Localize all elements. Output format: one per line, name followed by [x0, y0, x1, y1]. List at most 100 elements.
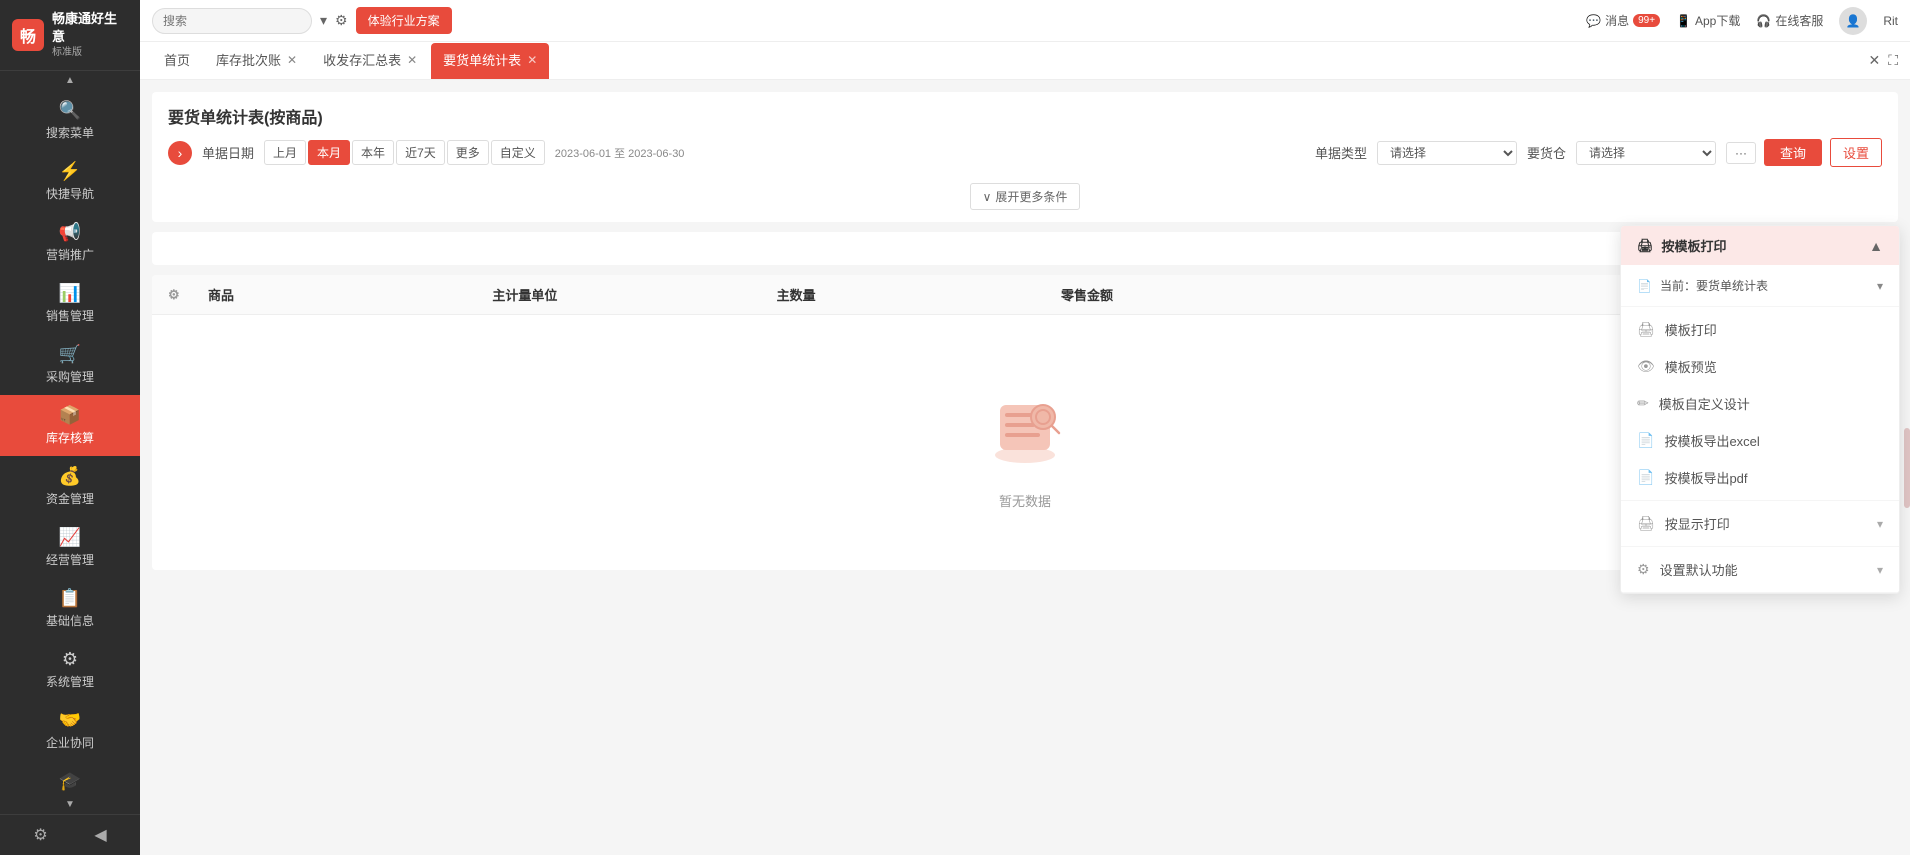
date-tab-this-year[interactable]: 本年	[352, 140, 394, 165]
sales-icon: 📊	[59, 283, 81, 304]
sidebar-item-search[interactable]: 🔍 搜索菜单	[0, 90, 140, 151]
tab-stock-summary[interactable]: 收发存汇总表 ✕	[311, 43, 429, 79]
sidebar-logo: 畅 畅康通好生意 标准版	[0, 0, 140, 71]
sidebar-scroll-up[interactable]: ▲	[0, 71, 140, 90]
dropdown-item-set-default[interactable]: ⚙ 设置默认功能 ▾	[1621, 551, 1899, 588]
topbar-search-input[interactable]	[152, 8, 312, 34]
sidebar-item-sales[interactable]: 📊 销售管理	[0, 273, 140, 334]
dropdown-item-export-excel[interactable]: 📄 按模板导出excel	[1621, 422, 1899, 459]
topbar-trial-btn[interactable]: 体验行业方案	[356, 7, 452, 34]
dropdown-close-btn[interactable]: ▲	[1869, 238, 1883, 254]
pdf-label: 按模板导出pdf	[1664, 468, 1883, 487]
dropdown-default-section: ⚙ 设置默认功能 ▾	[1621, 547, 1899, 593]
date-tab-last-month[interactable]: 上月	[264, 140, 306, 165]
dropdown-print-icon: 🖨	[1637, 238, 1654, 254]
tab-home[interactable]: 首页	[152, 43, 202, 79]
warehouse-select[interactable]: 请选择	[1576, 141, 1716, 165]
tab-close-batch[interactable]: ✕	[287, 53, 297, 67]
sidebar-item-inventory[interactable]: 📦 库存核算	[0, 395, 140, 456]
print-icon: 🖨	[1637, 321, 1655, 338]
tab-close-order[interactable]: ✕	[527, 53, 537, 67]
pdf-icon: 📄	[1637, 469, 1654, 486]
topbar-right: 💬 消息 99+ 📱 App下载 🎧 在线客服 👤 Rit	[1586, 7, 1898, 35]
avatar[interactable]: 👤	[1839, 7, 1867, 35]
dropdown-item-display-print[interactable]: 🖨 按显示打印 ▾	[1621, 505, 1899, 542]
scroll-down-arrow[interactable]: ▼	[65, 799, 75, 810]
tabs-close-btn[interactable]: ✕	[1868, 52, 1880, 69]
date-tab-custom[interactable]: 自定义	[491, 140, 545, 165]
sidebar-item-label: 资金管理	[46, 490, 94, 507]
sidebar: 畅 畅康通好生意 标准版 ▲ 🔍 搜索菜单 ⚡ 快捷导航 📢 营销推广 📊 销售…	[0, 0, 140, 855]
expand-more-conditions-btn[interactable]: ∨ 展开更多条件	[970, 183, 1081, 210]
sidebar-item-finance[interactable]: 💰 资金管理	[0, 456, 140, 517]
dropdown-header-left: 🖨 按模板打印	[1637, 236, 1727, 255]
dropdown-header: 🖨 按模板打印 ▲	[1621, 226, 1899, 265]
sidebar-item-operations[interactable]: 📈 经营管理	[0, 517, 140, 578]
warehouse-label: 要货仓	[1527, 143, 1566, 162]
sidebar-item-newbie[interactable]: 🎓 新手引导	[0, 761, 140, 795]
topbar-messages[interactable]: 💬 消息 99+	[1586, 12, 1660, 29]
tab-order-stats[interactable]: 要货单统计表 ✕	[431, 43, 549, 79]
type-select[interactable]: 请选择	[1377, 141, 1517, 165]
dropdown-template-section: 🖨 模板打印 👁 模板预览 ✏ 模板自定义设计 📄 按模板导出excel 📄	[1621, 307, 1899, 501]
right-scrollbar[interactable]	[1904, 428, 1910, 508]
template-icon: 📄	[1637, 279, 1652, 293]
settings-btn[interactable]: 设置	[1830, 138, 1882, 167]
sidebar-item-label: 采购管理	[46, 368, 94, 385]
sidebar-settings-btn[interactable]: ⚙	[33, 825, 47, 845]
design-icon: ✏	[1637, 395, 1649, 412]
sidebar-item-label: 搜索菜单	[46, 124, 94, 141]
display-print-label: 按显示打印	[1665, 514, 1867, 533]
filter-expand-btn[interactable]: ›	[168, 141, 192, 165]
current-template-label: 📄 当前：要货单统计表 ▾	[1621, 269, 1899, 302]
dropdown-item-design[interactable]: ✏ 模板自定义设计	[1621, 385, 1899, 422]
message-badge: 99+	[1633, 14, 1660, 27]
app-logo-icon: 畅	[12, 19, 44, 51]
system-icon: ⚙	[62, 649, 78, 670]
date-tabs: 上月 本月 本年 近7天 更多 自定义	[264, 140, 545, 165]
set-default-arrow: ▾	[1877, 563, 1883, 577]
sidebar-item-label: 库存核算	[46, 429, 94, 446]
dropdown-item-preview[interactable]: 👁 模板预览	[1621, 348, 1899, 385]
sidebar-item-purchase[interactable]: 🛒 采购管理	[0, 334, 140, 395]
dropdown-current-section: 📄 当前：要货单统计表 ▾	[1621, 265, 1899, 307]
table-col-settings[interactable]: ⚙	[160, 287, 200, 303]
settings-icon[interactable]: ⚙	[168, 287, 180, 302]
sidebar-item-label: 系统管理	[46, 673, 94, 690]
tab-batch-account[interactable]: 库存批次账 ✕	[204, 43, 309, 79]
empty-illustration	[975, 375, 1075, 475]
date-tab-more[interactable]: 更多	[447, 140, 489, 165]
topbar-dropdown-btn[interactable]: ▾	[320, 12, 327, 29]
design-label: 模板自定义设计	[1659, 394, 1883, 413]
tabs-expand-btn[interactable]: ⛶	[1888, 52, 1898, 69]
sidebar-item-enterprise[interactable]: 🤝 企业协同	[0, 700, 140, 761]
sidebar-scroll-down[interactable]: ▼	[0, 795, 140, 814]
sidebar-footer: ⚙ ◀	[0, 814, 140, 855]
topbar-settings-btn[interactable]: ⚙	[335, 12, 348, 29]
date-tab-this-month[interactable]: 本月	[308, 140, 350, 165]
topbar-online-service[interactable]: 🎧 在线客服	[1756, 12, 1823, 29]
purchase-icon: 🛒	[59, 344, 81, 365]
dropdown-item-export-pdf[interactable]: 📄 按模板导出pdf	[1621, 459, 1899, 496]
avatar-placeholder: 👤	[1846, 14, 1861, 28]
query-btn[interactable]: 查询	[1764, 139, 1822, 166]
service-icon: 🎧	[1756, 14, 1771, 28]
date-tab-7days[interactable]: 近7天	[396, 140, 445, 165]
scroll-up-arrow[interactable]: ▲	[65, 75, 75, 86]
excel-icon: 📄	[1637, 432, 1654, 449]
excel-label: 按模板导出excel	[1664, 431, 1883, 450]
dropdown-item-print[interactable]: 🖨 模板打印	[1621, 311, 1899, 348]
sidebar-item-system[interactable]: ⚙ 系统管理	[0, 639, 140, 700]
tab-close-stock[interactable]: ✕	[407, 53, 417, 67]
sidebar-collapse-btn[interactable]: ◀	[94, 825, 106, 845]
username-label: Rit	[1883, 14, 1898, 28]
topbar-app-download[interactable]: 📱 App下载	[1676, 12, 1740, 29]
sidebar-item-marketing[interactable]: 📢 营销推广	[0, 212, 140, 273]
topbar: ▾ ⚙ 体验行业方案 💬 消息 99+ 📱 App下载 🎧 在线客服 👤 Rit	[140, 0, 1910, 42]
sidebar-item-label: 快捷导航	[46, 185, 94, 202]
sidebar-nav: 🔍 搜索菜单 ⚡ 快捷导航 📢 营销推广 📊 销售管理 🛒 采购管理 📦 库存核…	[0, 90, 140, 795]
filter-more-btn[interactable]: ···	[1726, 142, 1756, 164]
sidebar-item-basic-info[interactable]: 📋 基础信息	[0, 578, 140, 639]
filter-bar: › 单据日期 上月 本月 本年 近7天 更多 自定义 2023-06-01 至 …	[168, 138, 1882, 167]
sidebar-item-quicknav[interactable]: ⚡ 快捷导航	[0, 151, 140, 212]
